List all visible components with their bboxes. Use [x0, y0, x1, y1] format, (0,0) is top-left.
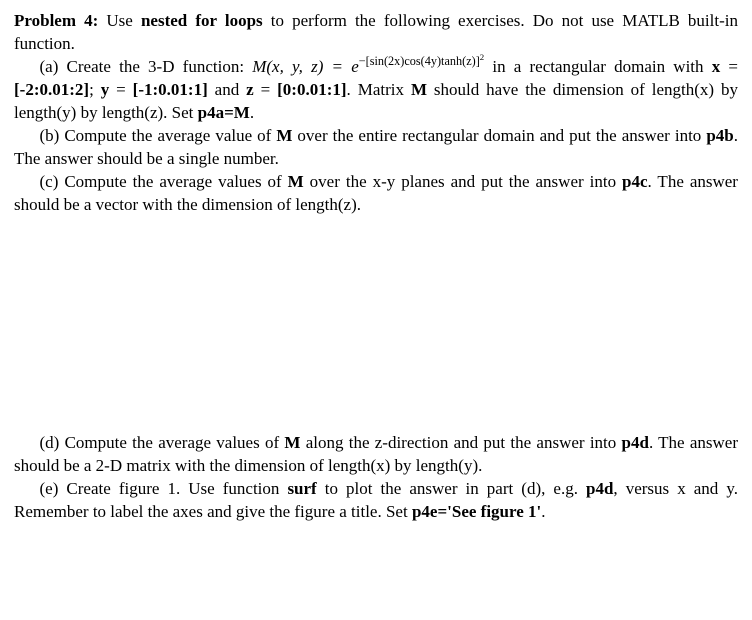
- m-bold: M: [276, 126, 292, 145]
- p4d-bold: p4d: [622, 433, 649, 452]
- z-bold: z: [246, 80, 254, 99]
- text: along the z-direction and put the answer…: [300, 433, 621, 452]
- problem-title: Problem 4:: [14, 11, 98, 30]
- text: to plot the answer in part (d), e.g.: [317, 479, 586, 498]
- part-b: (b) Compute the average value of M over …: [14, 125, 738, 171]
- exp-square: 2: [480, 52, 484, 62]
- text: over the x-y planes and put the answer i…: [304, 172, 622, 191]
- p4d-bold: p4d: [586, 479, 613, 498]
- m-bold: M: [284, 433, 300, 452]
- text: =: [109, 80, 132, 99]
- part-c-label: (c) Compute the average values of: [40, 172, 288, 191]
- part-e: (e) Create figure 1. Use function surf t…: [14, 478, 738, 524]
- text: in a rectangular domain with: [484, 57, 712, 76]
- text: and: [208, 80, 246, 99]
- part-a-label: (a) Create the 3-D function:: [40, 57, 253, 76]
- math-lhs: M(x, y, z) = e: [252, 57, 359, 76]
- z-range: [0:0.01:1]: [277, 80, 346, 99]
- text: over the entire rectangular domain and p…: [292, 126, 706, 145]
- m-bold: M: [288, 172, 304, 191]
- part-a: (a) Create the 3-D function: M(x, y, z) …: [14, 56, 738, 125]
- text: Use: [98, 11, 141, 30]
- part-d-label: (d) Compute the average values of: [40, 433, 285, 452]
- surf-bold: surf: [287, 479, 316, 498]
- text: .: [541, 502, 545, 521]
- text: =: [720, 57, 738, 76]
- p4b-bold: p4b: [706, 126, 733, 145]
- text: . Matrix: [347, 80, 411, 99]
- p4a-bold: p4a=M: [198, 103, 250, 122]
- text: ;: [89, 80, 101, 99]
- text: =: [254, 80, 277, 99]
- problem-intro: Problem 4: Use nested for loops to perfo…: [14, 10, 738, 56]
- exponent: −[sin(2x)cos(4y)tanh(z)]2: [359, 54, 484, 68]
- x-range: [-2:0.01:2]: [14, 80, 89, 99]
- exp-body: −[sin(2x)cos(4y)tanh(z)]: [359, 54, 480, 68]
- part-c: (c) Compute the average values of M over…: [14, 171, 738, 217]
- math-function: M(x, y, z) = e−[sin(2x)cos(4y)tanh(z)]2: [252, 57, 484, 76]
- part-e-label: (e) Create figure 1. Use function: [40, 479, 288, 498]
- y-bold: y: [101, 80, 110, 99]
- text: .: [250, 103, 254, 122]
- part-b-label: (b) Compute the average value of: [40, 126, 277, 145]
- nested-loops-bold: nested for loops: [141, 11, 263, 30]
- part-d: (d) Compute the average values of M alon…: [14, 432, 738, 478]
- x-bold: x: [712, 57, 721, 76]
- whitespace-gap: [14, 216, 738, 432]
- p4e-bold: p4e='See figure 1': [412, 502, 541, 521]
- m-matrix-bold: M: [411, 80, 427, 99]
- p4c-bold: p4c: [622, 172, 648, 191]
- y-range: [-1:0.01:1]: [133, 80, 208, 99]
- document-body: Problem 4: Use nested for loops to perfo…: [14, 10, 738, 524]
